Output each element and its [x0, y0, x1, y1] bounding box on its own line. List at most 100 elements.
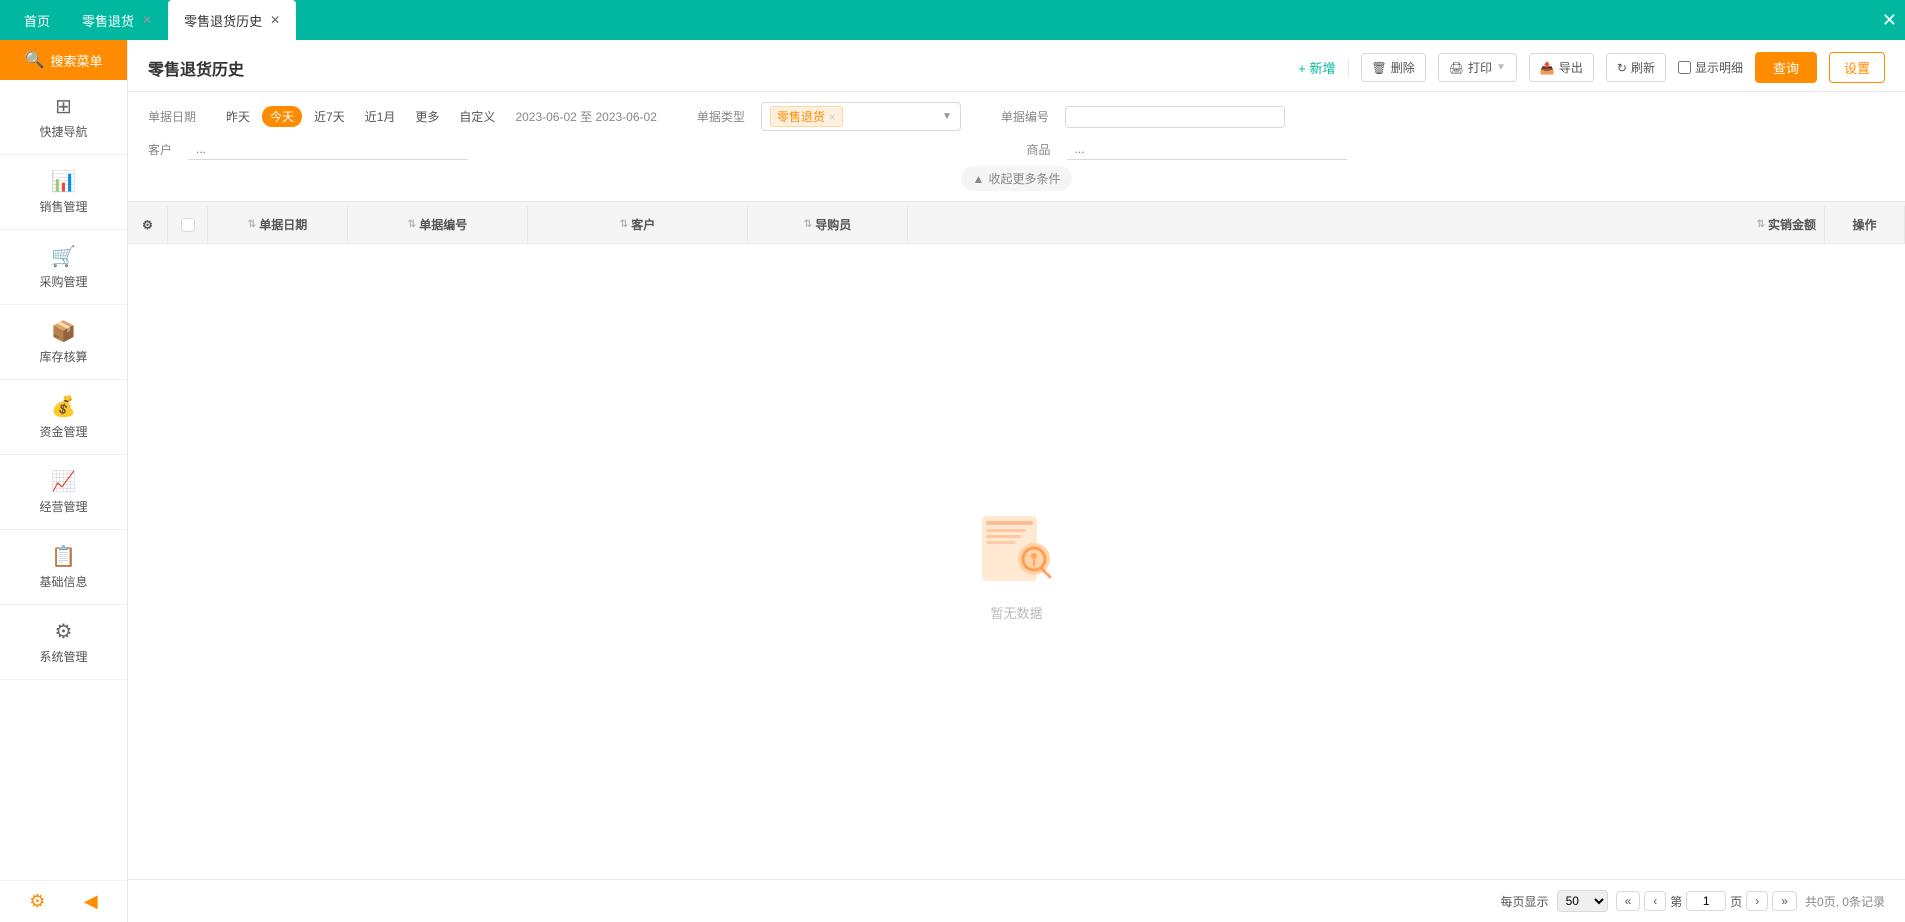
- tab-home[interactable]: 首页: [8, 0, 66, 40]
- settings-bottom-icon[interactable]: ⚙: [29, 891, 45, 912]
- inventory-icon: 📦: [51, 319, 76, 344]
- query-button[interactable]: 查询: [1755, 52, 1817, 83]
- client-label: 客户: [148, 141, 172, 158]
- date-btn-custom[interactable]: 自定义: [451, 106, 503, 127]
- delete-button[interactable]: 🗑 删除: [1361, 53, 1426, 82]
- doc-num-label: 单据编号: [1001, 108, 1049, 125]
- tab-retail-return-history-label: 零售退货历史: [184, 11, 262, 30]
- th-client-label: 客户: [631, 216, 655, 233]
- sort-icon-date: ⇅: [248, 219, 256, 230]
- delete-label: 删除: [1391, 59, 1415, 76]
- date-btn-1month[interactable]: 近1月: [357, 106, 404, 127]
- date-filter: 昨天 今天 近7天 近1月 更多 自定义 2023-06-02 至 2023-0…: [218, 106, 657, 127]
- filter-area: 单据日期 昨天 今天 近7天 近1月 更多 自定义 2023-06-02 至 2…: [128, 92, 1905, 202]
- page-prev-btn[interactable]: ‹: [1644, 891, 1666, 911]
- collapse-button[interactable]: ▲ 收起更多条件: [961, 166, 1073, 191]
- sidebar-item-label-sys-mgmt: 系统管理: [39, 648, 87, 665]
- sidebar-search[interactable]: 🔍 搜索菜单: [0, 40, 127, 80]
- page-header: 零售退货历史 + 新增 🗑 删除 🖨 打印 ▼ 📤 导出: [128, 40, 1905, 92]
- doc-num-input[interactable]: [1065, 106, 1285, 128]
- page-total: 共0页, 0条记录: [1805, 893, 1885, 910]
- th-doc-date[interactable]: ⇅ 单据日期: [208, 206, 348, 244]
- sort-icon-guide: ⇅: [804, 219, 812, 230]
- th-amount[interactable]: ⇅ 实销金额: [908, 206, 1825, 244]
- page-label-suffix: 页: [1730, 893, 1742, 910]
- th-checkbox[interactable]: [168, 206, 208, 244]
- page-size-select[interactable]: 50 100 200: [1557, 890, 1608, 912]
- no-data-illustration: [972, 501, 1062, 591]
- export-icon: 📤: [1540, 61, 1555, 75]
- doc-date-label: 单据日期: [148, 108, 218, 125]
- page-header-top: 零售退货历史 + 新增 🗑 删除 🖨 打印 ▼ 📤 导出: [148, 52, 1885, 83]
- sidebar-item-finance[interactable]: 💰 资金管理: [0, 380, 127, 455]
- display-checkbox[interactable]: [1678, 61, 1691, 74]
- date-btn-yesterday[interactable]: 昨天: [218, 106, 258, 127]
- divider-1: [1348, 60, 1349, 76]
- tab-retail-return-history[interactable]: 零售退货历史 ✕: [168, 0, 296, 40]
- page-next-btn[interactable]: ›: [1746, 891, 1768, 911]
- date-btn-more[interactable]: 更多: [407, 106, 447, 127]
- sales-icon: 📊: [51, 169, 76, 194]
- sidebar-item-purchase-mgmt[interactable]: 🛒 采购管理: [0, 230, 127, 305]
- collapse-label: 收起更多条件: [988, 170, 1060, 187]
- date-btn-today[interactable]: 今天: [262, 106, 302, 127]
- page-title: 零售退货历史: [148, 56, 244, 80]
- page-last-btn[interactable]: »: [1772, 891, 1797, 911]
- date-btn-7days[interactable]: 近7天: [306, 106, 353, 127]
- doc-type-remove[interactable]: ×: [829, 110, 836, 124]
- sidebar-item-quick-nav[interactable]: ⊞ 快捷导航: [0, 80, 127, 155]
- tab-home-label: 首页: [24, 11, 50, 30]
- refresh-button[interactable]: ↻ 刷新: [1606, 53, 1666, 82]
- no-data-state: 暂无数据: [972, 501, 1062, 622]
- th-client[interactable]: ⇅ 客户: [528, 206, 748, 244]
- search-icon: 🔍: [25, 50, 45, 70]
- goods-input[interactable]: [1067, 139, 1347, 160]
- doc-type-label: 单据类型: [697, 108, 745, 125]
- sidebar-item-sales-mgmt[interactable]: 📊 销售管理: [0, 155, 127, 230]
- page-first-btn[interactable]: «: [1616, 891, 1641, 911]
- table-body: 暂无数据: [128, 244, 1905, 879]
- new-button[interactable]: + 新增: [1298, 58, 1335, 77]
- tab-retail-return-history-close[interactable]: ✕: [270, 13, 280, 27]
- top-bar-close[interactable]: ✕: [1882, 10, 1897, 31]
- header-checkbox[interactable]: [181, 218, 195, 232]
- print-chevron: ▼: [1496, 62, 1506, 73]
- sidebar-item-inventory[interactable]: 📦 库存核算: [0, 305, 127, 380]
- print-button[interactable]: 🖨 打印 ▼: [1438, 53, 1517, 82]
- page-input[interactable]: [1686, 891, 1726, 911]
- table-header: ⚙ ⇅ 单据日期 ⇅ 单据编号 ⇅ 客户 ⇅: [128, 206, 1905, 244]
- collapse-sidebar-icon[interactable]: ◀: [84, 891, 98, 912]
- sidebar-item-label-quick-nav: 快捷导航: [39, 123, 87, 140]
- print-icon: 🖨: [1449, 61, 1464, 75]
- th-settings[interactable]: ⚙: [128, 206, 168, 244]
- quick-nav-icon: ⊞: [55, 94, 72, 119]
- page-label-prefix: 第: [1670, 893, 1682, 910]
- th-doc-num[interactable]: ⇅ 单据编号: [348, 206, 528, 244]
- sidebar-item-operation[interactable]: 📈 经营管理: [0, 455, 127, 530]
- sidebar: 🔍 搜索菜单 ⊞ 快捷导航 📊 销售管理 🛒 采购管理 📦 库存核算 💰 资金管…: [0, 40, 128, 922]
- sidebar-item-sys-mgmt[interactable]: ⚙ 系统管理: [0, 605, 127, 680]
- setting-button[interactable]: 设置: [1829, 52, 1885, 83]
- export-button[interactable]: 📤 导出: [1529, 53, 1594, 82]
- content-area: 零售退货历史 + 新增 🗑 删除 🖨 打印 ▼ 📤 导出: [128, 40, 1905, 922]
- no-data-text: 暂无数据: [990, 603, 1042, 622]
- sidebar-search-label: 搜索菜单: [50, 51, 102, 70]
- filter-row-2: 客户 商品: [148, 139, 1885, 160]
- client-input[interactable]: [188, 139, 468, 160]
- sidebar-item-basic-info[interactable]: 📋 基础信息: [0, 530, 127, 605]
- finance-icon: 💰: [51, 394, 76, 419]
- sidebar-item-label-purchase: 采购管理: [39, 273, 87, 290]
- print-label: 打印: [1468, 59, 1492, 76]
- tab-retail-return-close[interactable]: ✕: [142, 13, 152, 27]
- tab-retail-return[interactable]: 零售退货 ✕: [66, 0, 168, 40]
- filter-row-1: 单据日期 昨天 今天 近7天 近1月 更多 自定义 2023-06-02 至 2…: [148, 102, 1885, 131]
- doc-type-dropdown[interactable]: 零售退货 × ▼: [761, 102, 961, 131]
- delete-icon: 🗑: [1372, 61, 1387, 75]
- th-guide[interactable]: ⇅ 导购员: [748, 206, 908, 244]
- settings-col-icon: ⚙: [142, 218, 153, 232]
- display-switch[interactable]: 显示明细: [1678, 59, 1743, 76]
- date-range-display: 2023-06-02 至 2023-06-02: [515, 108, 656, 125]
- sidebar-item-label-inventory: 库存核算: [39, 348, 87, 365]
- operation-icon: 📈: [51, 469, 76, 494]
- th-ops: 操作: [1825, 206, 1905, 244]
